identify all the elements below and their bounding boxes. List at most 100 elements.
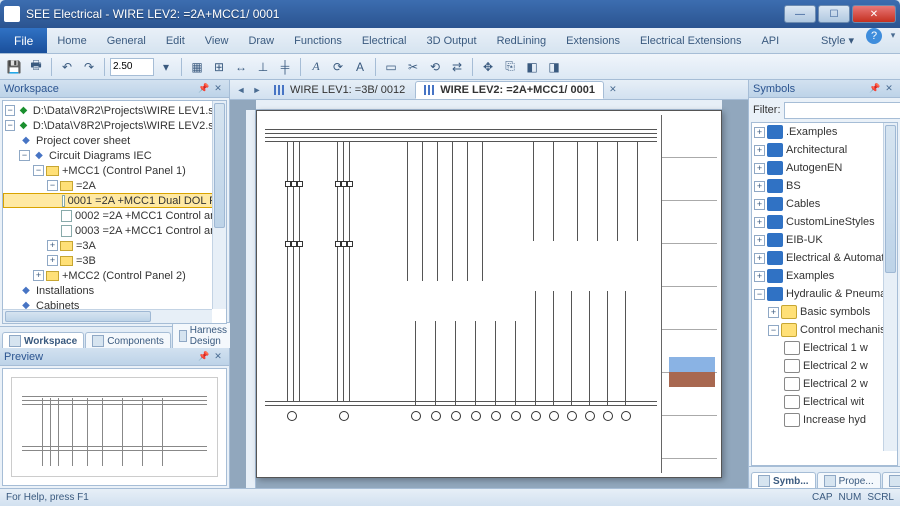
file-menu[interactable]: File bbox=[0, 28, 47, 53]
symbols-filter-input[interactable] bbox=[784, 102, 900, 119]
ortho-icon[interactable]: ⊥ bbox=[253, 57, 273, 77]
tree-page-0002[interactable]: 0002 =2A +MCC1 Control and bbox=[3, 208, 226, 223]
symbol-item[interactable]: Electrical 1 w bbox=[752, 339, 897, 357]
preview-pin-icon[interactable]: 📌 bbox=[197, 350, 211, 364]
symbol-category[interactable]: +BS bbox=[752, 177, 897, 195]
grid-icon[interactable]: ▦ bbox=[187, 57, 207, 77]
symbol-folder[interactable]: +Basic symbols bbox=[752, 303, 897, 321]
align-icon[interactable]: ↔ bbox=[231, 57, 251, 77]
ruler-vertical bbox=[246, 110, 256, 488]
menu-elec-extensions[interactable]: Electrical Extensions bbox=[630, 28, 752, 53]
diagram-icon bbox=[274, 85, 286, 95]
tree-3b[interactable]: +=3B bbox=[3, 253, 226, 268]
minimize-button[interactable]: — bbox=[784, 5, 816, 23]
symbols-close-icon[interactable]: ✕ bbox=[882, 82, 896, 96]
print-icon[interactable]: 🖶 bbox=[26, 57, 46, 77]
doc-tab-2[interactable]: WIRE LEV2: =2A+MCC1/ 0001 bbox=[415, 81, 604, 99]
symbol-item[interactable]: Electrical 2 w bbox=[752, 357, 897, 375]
symbol-category[interactable]: +Architectural bbox=[752, 141, 897, 159]
rect-icon[interactable]: ▭ bbox=[381, 57, 401, 77]
help-icon[interactable]: ? bbox=[866, 28, 882, 44]
tree-mcc2[interactable]: ++MCC2 (Control Panel 2) bbox=[3, 268, 226, 283]
snap-icon[interactable]: ⊞ bbox=[209, 57, 229, 77]
tree-2a[interactable]: −=2A bbox=[3, 178, 226, 193]
undo-icon[interactable]: ↶ bbox=[57, 57, 77, 77]
preview-thumbnail[interactable] bbox=[2, 368, 227, 486]
cut-icon[interactable]: ✂ bbox=[403, 57, 423, 77]
tab-symbols[interactable]: Symb... bbox=[751, 472, 816, 488]
drawing-canvas[interactable] bbox=[230, 100, 748, 488]
symbols-scrollbar[interactable] bbox=[883, 123, 897, 451]
tab-close-icon[interactable]: ✕ bbox=[606, 83, 620, 97]
preview-close-icon[interactable]: ✕ bbox=[211, 350, 225, 364]
tree-scrollbar[interactable] bbox=[212, 101, 226, 309]
symbol-category[interactable]: +.Examples bbox=[752, 123, 897, 141]
symbols-tree[interactable]: +.Examples+Architectural+AutogenEN+BS+Ca… bbox=[751, 122, 898, 466]
symbol-category[interactable]: +Examples bbox=[752, 267, 897, 285]
symbol-item[interactable]: Electrical 2 w bbox=[752, 375, 897, 393]
menu-redlining[interactable]: RedLining bbox=[487, 28, 557, 53]
refresh-icon[interactable]: ⟳ bbox=[328, 57, 348, 77]
menu-view[interactable]: View bbox=[195, 28, 239, 53]
tree-mcc1[interactable]: −+MCC1 (Control Panel 1) bbox=[3, 163, 226, 178]
tab-harness[interactable]: Harness Design bbox=[172, 322, 238, 348]
tab-next-icon[interactable]: ► bbox=[250, 83, 264, 97]
pin-icon[interactable]: 📌 bbox=[197, 82, 211, 96]
doc-tab-1[interactable]: WIRE LEV1: =3B/ 0012 bbox=[266, 82, 413, 98]
menu-functions[interactable]: Functions bbox=[284, 28, 352, 53]
zoom-combo[interactable] bbox=[110, 58, 154, 76]
close-button[interactable]: ✕ bbox=[852, 5, 896, 23]
symbol-category[interactable]: +EIB-UK bbox=[752, 231, 897, 249]
drawing-page[interactable] bbox=[256, 110, 722, 478]
tab-commands[interactable]: Com... bbox=[882, 472, 900, 488]
maximize-button[interactable]: ☐ bbox=[818, 5, 850, 23]
tree-page-0003[interactable]: 0003 =2A +MCC1 Control and bbox=[3, 223, 226, 238]
symbol-category[interactable]: +Cables bbox=[752, 195, 897, 213]
menu-api[interactable]: API bbox=[751, 28, 789, 53]
style-dropdown[interactable]: Style ▾ bbox=[813, 28, 862, 53]
tab-prev-icon[interactable]: ◄ bbox=[234, 83, 248, 97]
symbol-item[interactable]: Electrical wit bbox=[752, 393, 897, 411]
menu-extensions[interactable]: Extensions bbox=[556, 28, 630, 53]
rotate-icon[interactable]: ⟲ bbox=[425, 57, 445, 77]
copy-icon[interactable]: ⎘ bbox=[500, 57, 520, 77]
symbol-category[interactable]: +AutogenEN bbox=[752, 159, 897, 177]
menu-general[interactable]: General bbox=[97, 28, 156, 53]
tree-page-0001[interactable]: 0001 =2A +MCC1 Dual DOL RD bbox=[3, 193, 226, 208]
tree-cover-sheet[interactable]: ◆Project cover sheet bbox=[3, 133, 226, 148]
symbol-category[interactable]: −Hydraulic & Pneumatic bbox=[752, 285, 897, 303]
tree-project-1[interactable]: −◆D:\Data\V8R2\Projects\WIRE LEV1.sep bbox=[3, 103, 226, 118]
tool-b-icon[interactable]: ◨ bbox=[544, 57, 564, 77]
move-icon[interactable]: ✥ bbox=[478, 57, 498, 77]
tool-a-icon[interactable]: ◧ bbox=[522, 57, 542, 77]
tree-installations[interactable]: ◆Installations bbox=[3, 283, 226, 298]
menu-draw[interactable]: Draw bbox=[238, 28, 284, 53]
menu-3d-output[interactable]: 3D Output bbox=[416, 28, 486, 53]
tab-components[interactable]: Components bbox=[85, 332, 171, 348]
symbol-item[interactable]: Increase hyd bbox=[752, 411, 897, 429]
menu-home[interactable]: Home bbox=[47, 28, 96, 53]
help-dropdown[interactable]: ▾ bbox=[886, 28, 900, 42]
tree-scrollbar-h[interactable] bbox=[3, 309, 212, 323]
tree-circuit-diagrams[interactable]: −◆Circuit Diagrams IEC bbox=[3, 148, 226, 163]
tree-3a[interactable]: +=3A bbox=[3, 238, 226, 253]
panel-close-icon[interactable]: ✕ bbox=[211, 82, 225, 96]
menu-edit[interactable]: Edit bbox=[156, 28, 195, 53]
save-icon[interactable]: 💾 bbox=[4, 57, 24, 77]
font-icon[interactable]: A bbox=[306, 57, 326, 77]
zoom-dropdown-icon[interactable]: ▾ bbox=[156, 57, 176, 77]
ruler-icon[interactable]: ╪ bbox=[275, 57, 295, 77]
tab-workspace[interactable]: Workspace bbox=[2, 332, 84, 348]
text-icon[interactable]: A bbox=[350, 57, 370, 77]
redo-icon[interactable]: ↷ bbox=[79, 57, 99, 77]
workspace-tree[interactable]: −◆D:\Data\V8R2\Projects\WIRE LEV1.sep −◆… bbox=[2, 100, 227, 324]
symbols-pin-icon[interactable]: 📌 bbox=[868, 82, 882, 96]
symbol-folder[interactable]: −Control mechanis bbox=[752, 321, 897, 339]
symbol-category[interactable]: +Electrical & Automation bbox=[752, 249, 897, 267]
symbol-category[interactable]: +CustomLineStyles bbox=[752, 213, 897, 231]
menu-electrical[interactable]: Electrical bbox=[352, 28, 417, 53]
tab-properties[interactable]: Prope... bbox=[817, 472, 881, 488]
diagram-icon bbox=[424, 85, 436, 95]
tree-project-2[interactable]: −◆D:\Data\V8R2\Projects\WIRE LEV2.sep bbox=[3, 118, 226, 133]
mirror-icon[interactable]: ⇄ bbox=[447, 57, 467, 77]
